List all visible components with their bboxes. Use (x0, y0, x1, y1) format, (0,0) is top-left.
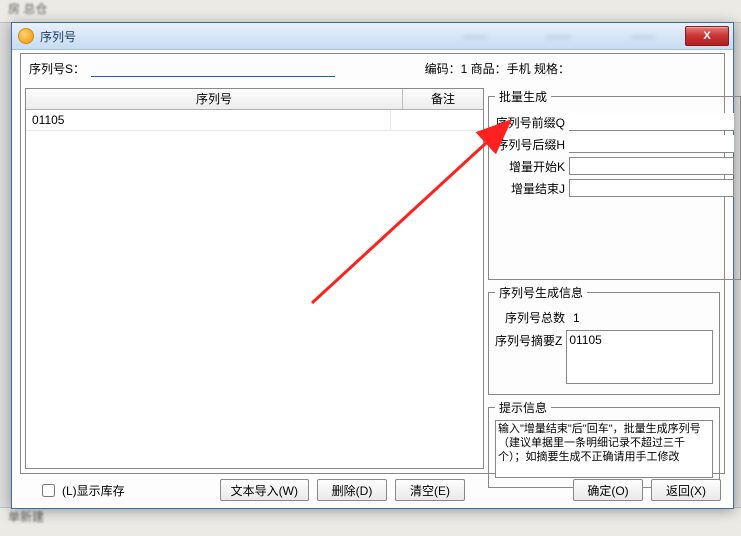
window-title: 序列号 (40, 28, 433, 45)
hint-group: 提示信息 (488, 399, 720, 488)
blurred-tab-2: —— (547, 29, 571, 43)
grid-header: 序列号 备注 (26, 89, 483, 110)
geninfo-legend: 序列号生成信息 (495, 284, 587, 301)
ok-button[interactable]: 确定(O) (573, 479, 643, 501)
header-row: 序列号S： 编码：1 商品：手机 规格： (21, 54, 724, 81)
titlebar[interactable]: 序列号 —— —— —— X (12, 23, 733, 50)
app-icon (18, 28, 34, 44)
close-icon: X (703, 30, 710, 42)
end-label: 增量结束J (495, 180, 565, 197)
hint-text (495, 420, 713, 478)
background-bottom: 单新建 (0, 507, 741, 536)
start-label: 增量开始K (495, 158, 565, 175)
serial-input-label: 序列号S： (29, 60, 85, 77)
show-stock-check-input[interactable] (42, 484, 55, 497)
import-text-button[interactable]: 文本导入(W) (220, 479, 309, 501)
cell-remark[interactable] (391, 110, 483, 130)
serial-input[interactable] (91, 60, 335, 77)
suffix-label: 序列号后缀H (495, 136, 565, 153)
serial-grid[interactable]: 序列号 备注 01105 (25, 88, 484, 469)
col-serial[interactable]: 序列号 (26, 89, 403, 109)
batch-generate-group: 批量生成 序列号前缀Q 序列号后缀H 增量开始K 增量结束J (488, 88, 741, 280)
footer-bar: (L)显示库存 文本导入(W) 删除(D) 清空(E) 确定(O) 返回(X) (20, 478, 725, 502)
delete-button[interactable]: 删除(D) (317, 479, 387, 501)
summary-textarea[interactable] (566, 330, 713, 384)
blurred-tab-1: —— (463, 29, 487, 43)
summary-label: 序列号摘要Z (495, 330, 562, 349)
increment-end-input[interactable] (569, 179, 734, 197)
suffix-input[interactable] (569, 135, 734, 153)
bg-bottom-text: 单新建 (8, 510, 44, 524)
total-label: 序列号总数 (495, 309, 565, 326)
clear-button[interactable]: 清空(E) (395, 479, 465, 501)
show-stock-checkbox[interactable]: (L)显示库存 (38, 481, 125, 500)
increment-start-input[interactable] (569, 157, 734, 175)
serial-number-dialog: 序列号 —— —— —— X 序列号S： 编码：1 商品：手机 规格： 序列号 … (11, 22, 734, 509)
prefix-input[interactable] (569, 113, 734, 131)
dialog-body: 序列号S： 编码：1 商品：手机 规格： 序列号 备注 01105 (20, 53, 725, 474)
product-info-text: 编码：1 商品：手机 规格： (425, 60, 570, 77)
background-toolbar: 房 总仓 (0, 0, 741, 23)
back-button[interactable]: 返回(X) (651, 479, 721, 501)
col-remark[interactable]: 备注 (403, 89, 483, 109)
batch-legend: 批量生成 (495, 88, 551, 105)
total-value: 1 (569, 311, 713, 325)
show-stock-label: (L)显示库存 (62, 482, 125, 499)
main-area: 序列号 备注 01105 批量生成 序列号前缀Q (25, 88, 720, 469)
left-column: 序列号 备注 01105 (25, 88, 484, 469)
right-column: 批量生成 序列号前缀Q 序列号后缀H 增量开始K 增量结束J (488, 88, 720, 469)
blurred-tab-3: —— (631, 29, 655, 43)
prefix-label: 序列号前缀Q (495, 114, 565, 131)
hint-legend: 提示信息 (495, 399, 551, 416)
gen-info-group: 序列号生成信息 序列号总数 1 序列号摘要Z (488, 284, 720, 395)
table-row[interactable]: 01105 (26, 110, 483, 131)
cell-serial[interactable]: 01105 (26, 110, 391, 130)
close-button[interactable]: X (685, 26, 729, 46)
bg-toolbar-text: 房 总仓 (8, 2, 47, 16)
